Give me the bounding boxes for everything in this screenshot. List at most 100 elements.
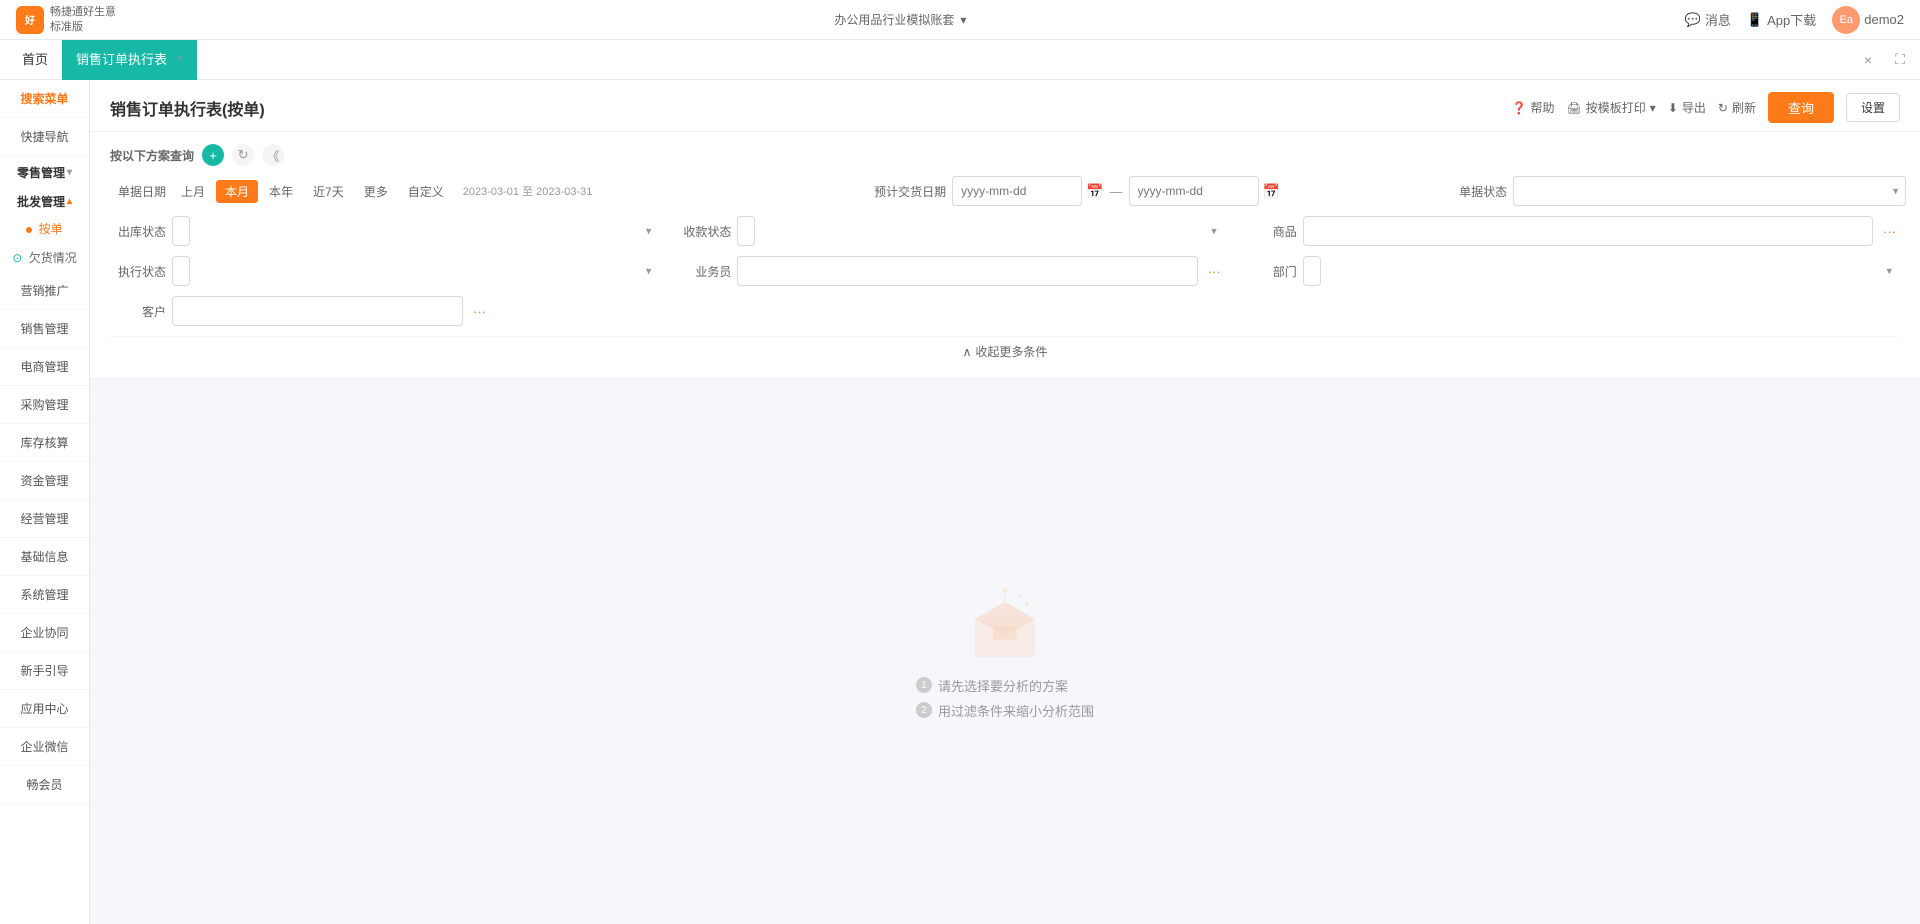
delivery-date-to-input[interactable] [1129,176,1259,206]
date-tab-this-month[interactable]: 本月 [216,180,258,203]
goods-input[interactable] [1303,216,1873,246]
wholesale-expand-icon: ▴ [67,196,72,207]
breadcrumb-dropdown-icon[interactable]: ▾ [960,13,966,27]
sidebar-item-ecommerce[interactable]: 电商管理 [0,348,89,386]
sidebar-item-retail[interactable]: 零售管理 ▾ [0,156,89,185]
filter-collapse-btn[interactable]: 《 [262,144,284,166]
logo-text: 畅捷通好生意 标准版 [50,5,116,34]
empty-icon [965,584,1045,664]
date-tab-more[interactable]: 更多 [355,180,397,203]
message-btn[interactable]: 💬 消息 [1685,10,1731,29]
tab-sales-order-execution[interactable]: 销售订单执行表 × [62,40,197,80]
sidebar-item-operations[interactable]: 经营管理 [0,500,89,538]
sidebar-quick-nav[interactable]: 快捷导航 [0,118,89,156]
export-btn[interactable]: ⬇ 导出 [1668,99,1706,116]
user-avatar-area[interactable]: Ea demo2 [1832,6,1904,34]
main-layout: 搜索菜单 快捷导航 零售管理 ▾ 批发管理 ▴ 按单 ⊙ 欠货情况 营销推广 销… [0,80,1920,924]
filter-row-4: 客户 ··· [110,296,1900,326]
calendar-from-icon[interactable]: 📅 [1086,183,1103,200]
sidebar-search-menu[interactable]: 搜索菜单 [0,80,89,118]
filter-refresh-btn[interactable]: ↻ [232,144,254,166]
tab-close-btn[interactable]: × [177,53,183,65]
filter-customer: 客户 ··· [110,296,490,326]
calendar-to-icon[interactable]: 📅 [1263,183,1280,200]
sidebar-item-inventory[interactable]: 库存核算 [0,424,89,462]
date-tab-last-7-days[interactable]: 近7天 [304,180,353,203]
filter-execution-status: 执行状态 [110,256,659,286]
salesperson-label: 业务员 [675,263,731,280]
sidebar-item-enterprise[interactable]: 企业协同 [0,614,89,652]
app-download-icon: 📱 [1747,12,1763,28]
empty-tip-2: 2 用过滤条件来缩小分析范围 [916,701,1094,720]
salesperson-more-btn[interactable]: ··· [1204,264,1225,279]
table-area: 1 请先选择要分析的方案 2 用过滤条件来缩小分析范围 [90,379,1920,924]
delivery-date-from-input[interactable] [952,176,1082,206]
goods-more-btn[interactable]: ··· [1879,224,1900,239]
filter-warehouse-status: 出库状态 [110,216,659,246]
tabbar: 首页 销售订单执行表 × × ⛶ [0,40,1920,80]
window-maximize-btn[interactable]: ⛶ [1888,48,1912,72]
sidebar-item-basic[interactable]: 基础信息 [0,538,89,576]
filter-estimated-delivery: 预计交货日期 📅 — 📅 [874,176,1435,206]
sidebar-item-member[interactable]: 畅会员 [0,766,89,804]
filter-collection-status: 收款状态 [675,216,1224,246]
date-tab-last-month[interactable]: 上月 [172,180,214,203]
filter-single-status: 单据状态 ▾ [1451,176,1900,206]
sidebar-item-marketing[interactable]: 营销推广 [0,272,89,310]
filter-salesperson: 业务员 ··· [675,256,1224,286]
window-close-btn[interactable]: × [1856,48,1880,72]
collection-status-select[interactable] [737,216,755,246]
date-tab-this-year[interactable]: 本年 [260,180,302,203]
customer-more-btn[interactable]: ··· [469,304,490,319]
collapse-row: ∧ 收起更多条件 [110,336,1900,366]
customer-input[interactable] [172,296,463,326]
filter-header: 按以下方案查询 + ↻ 《 [110,144,1900,166]
filter-row-1: 单据日期 上月 本月 本年 近7天 更多 自定义 2023-03-01 至 20… [110,176,1900,206]
sidebar-item-wholesale[interactable]: 批发管理 ▴ [0,185,89,214]
tab-home[interactable]: 首页 [8,40,62,80]
warehouse-status-label: 出库状态 [110,223,166,240]
refresh-btn[interactable]: ↻ 刷新 [1718,99,1756,116]
sidebar-sub-order[interactable]: 按单 [0,214,89,243]
customer-label: 客户 [110,303,166,320]
salesperson-input[interactable] [737,256,1197,286]
warehouse-status-select[interactable] [172,216,190,246]
app-download-btn[interactable]: 📱 App下载 [1747,10,1816,29]
filter-add-btn[interactable]: + [202,144,224,166]
department-select[interactable] [1303,256,1321,286]
help-btn[interactable]: ❓ 帮助 [1512,99,1555,116]
filter-goods: 商品 ··· [1241,216,1900,246]
sidebar-item-newbie[interactable]: 新手引导 [0,652,89,690]
single-status-select[interactable] [1513,176,1906,206]
settings-btn[interactable]: 设置 [1846,93,1900,122]
template-print-btn[interactable]: 🖨 按模板打印 ▾ [1567,99,1656,116]
sidebar-item-finance[interactable]: 资金管理 [0,462,89,500]
single-status-label: 单据状态 [1451,183,1507,200]
goods-label: 商品 [1241,223,1297,240]
department-select-wrap [1303,256,1900,286]
tip-num-2: 2 [916,702,932,718]
sidebar-item-apps[interactable]: 应用中心 [0,690,89,728]
sidebar-sub-debt[interactable]: ⊙ 欠货情况 [0,243,89,272]
date-tab-custom[interactable]: 自定义 [399,180,453,203]
search-submit-btn[interactable]: 查询 [1768,92,1834,123]
sidebar-item-purchase[interactable]: 采购管理 [0,386,89,424]
date-input-from: 📅 [952,176,1103,206]
collection-status-select-wrap [737,216,1224,246]
execution-status-select[interactable] [172,256,190,286]
sidebar-item-wechat[interactable]: 企业微信 [0,728,89,766]
refresh-icon: ↻ [1718,101,1728,115]
collection-status-label: 收款状态 [675,223,731,240]
retail-expand-icon: ▾ [67,167,72,178]
date-range-text: 2023-03-01 至 2023-03-31 [463,183,593,199]
sidebar-item-system[interactable]: 系统管理 [0,576,89,614]
topbar: 好 畅捷通好生意 标准版 办公用品行业模拟账套 ▾ 💬 消息 📱 App下载 E… [0,0,1920,40]
department-label: 部门 [1241,263,1297,280]
help-icon: ❓ [1512,101,1527,115]
logo-icon: 好 [16,6,44,34]
execution-status-label: 执行状态 [110,263,166,280]
empty-icon-svg [965,584,1045,664]
sidebar-item-sales[interactable]: 销售管理 [0,310,89,348]
empty-state: 1 请先选择要分析的方案 2 用过滤条件来缩小分析范围 [916,584,1094,720]
collapse-more-conditions-btn[interactable]: ∧ 收起更多条件 [963,343,1048,360]
